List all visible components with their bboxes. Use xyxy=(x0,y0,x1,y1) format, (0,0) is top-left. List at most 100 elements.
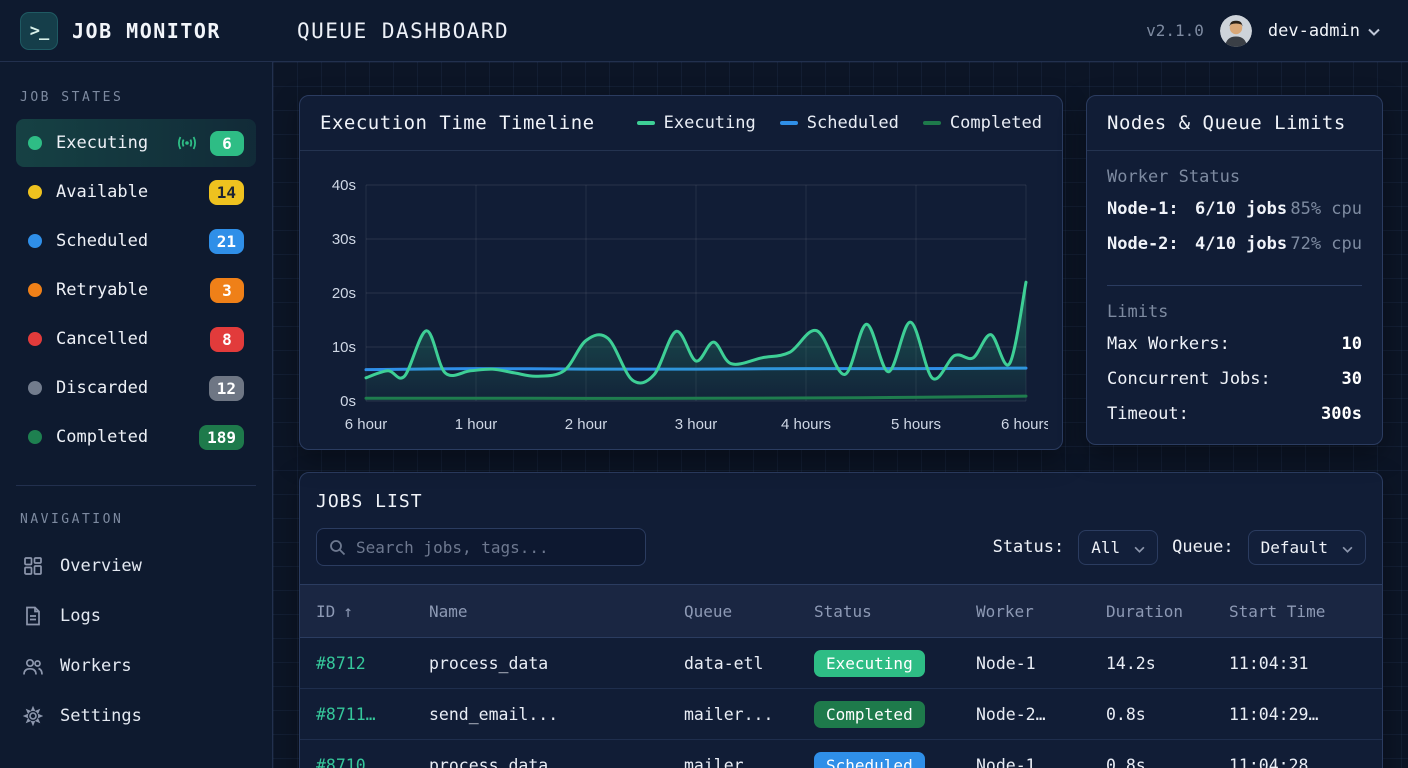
nav-item-workers[interactable]: Workers xyxy=(16,641,256,691)
job-start-time-cell: 11:04:29… xyxy=(1229,704,1319,724)
navigation-list: Overview Logs Workers Settings xyxy=(16,541,256,741)
job-start-time-cell: 11:04:28 xyxy=(1229,755,1309,768)
header-right: v2.1.0 dev-admin xyxy=(1146,14,1408,47)
worker-status-list: Node-1: 6/10 jobs 85% cpu Node-2: 4/10 jobs 7… xyxy=(1107,199,1362,269)
job-id-link[interactable]: #8712 xyxy=(300,654,413,673)
svg-text:3 hour: 3 hour xyxy=(675,416,718,433)
worker-status-heading: Worker Status xyxy=(1107,167,1241,187)
column-header-id[interactable]: ID ↑ xyxy=(300,602,413,621)
job-id-link[interactable]: #8711… xyxy=(300,705,413,724)
limits-list: Max Workers: 10 Concurrent Jobs: 30 Timeout:… xyxy=(1107,334,1362,439)
limit-value: 30 xyxy=(1341,369,1362,389)
version-label: v2.1.0 xyxy=(1146,21,1204,40)
live-broadcast-icon xyxy=(174,134,200,152)
queue-filter-select[interactable]: Default xyxy=(1247,529,1366,565)
svg-text:2 hour: 2 hour xyxy=(565,416,608,433)
worker-jobs-value: 6/10 jobs xyxy=(1195,199,1288,219)
search-box[interactable] xyxy=(316,528,646,566)
sidebar-item-scheduled[interactable]: Scheduled 21 xyxy=(16,217,256,265)
page-title: QUEUE DASHBOARD xyxy=(297,18,510,43)
legend-swatch xyxy=(636,121,655,125)
svg-text:1 hour: 1 hour xyxy=(455,416,498,433)
jobs-list-title: JOBS LIST xyxy=(316,491,423,512)
state-color-dot xyxy=(28,283,42,297)
nav-item-overview[interactable]: Overview xyxy=(16,541,256,591)
state-label: Cancelled xyxy=(56,329,149,349)
search-icon xyxy=(329,539,346,556)
legend-swatch xyxy=(922,121,941,125)
nodes-panel-title: Nodes & Queue Limits xyxy=(1107,112,1346,134)
worker-name: Node-1: xyxy=(1107,199,1179,219)
username-label: dev-admin xyxy=(1267,20,1360,41)
legend-label: Executing xyxy=(663,113,756,133)
column-header-duration: Duration xyxy=(1106,601,1184,621)
job-states-heading: JOB STATES xyxy=(20,90,124,105)
status-badge: Completed xyxy=(814,700,925,728)
users-icon xyxy=(22,657,44,676)
sidebar-item-available[interactable]: Available 14 xyxy=(16,168,256,216)
job-status-cell: Executing xyxy=(798,649,960,677)
state-count-badge: 14 xyxy=(208,179,244,205)
nav-item-settings[interactable]: Settings xyxy=(16,691,256,741)
state-label: Completed xyxy=(56,427,149,447)
state-count-badge: 12 xyxy=(208,375,244,401)
worker-cpu-value: 72% cpu xyxy=(1290,234,1362,254)
state-color-dot xyxy=(28,234,42,248)
limit-label: Max Workers: xyxy=(1107,334,1230,354)
search-input[interactable] xyxy=(356,537,633,557)
limit-label: Concurrent Jobs: xyxy=(1107,369,1271,389)
legend-item-completed: Completed xyxy=(922,113,1042,133)
job-duration-cell: 0.8s xyxy=(1106,755,1146,768)
column-header-name: Name xyxy=(429,601,468,621)
nav-item-label: Workers xyxy=(60,656,132,676)
sidebar-item-executing[interactable]: Executing 6 xyxy=(16,119,256,167)
svg-text:4 hours: 4 hours xyxy=(781,416,831,433)
job-status-cell: Completed xyxy=(798,700,960,728)
chart-legend: Executing Scheduled Completed xyxy=(636,113,1042,133)
job-worker-cell: Node-2… xyxy=(976,704,1046,724)
svg-text:30s: 30s xyxy=(332,231,356,248)
worker-jobs-value: 4/10 jobs xyxy=(1195,234,1288,254)
status-filter-value: All xyxy=(1091,537,1121,557)
job-duration-cell: 14.2s xyxy=(1106,653,1156,673)
app-root: >_ JOB MONITOR QUEUE DASHBOARD v2.1.0 de… xyxy=(0,0,1408,768)
state-color-dot xyxy=(28,430,42,444)
nav-item-logs[interactable]: Logs xyxy=(16,591,256,641)
top-header: >_ JOB MONITOR QUEUE DASHBOARD v2.1.0 de… xyxy=(0,0,1408,62)
sidebar-item-discarded[interactable]: Discarded 12 xyxy=(16,364,256,412)
legend-label: Scheduled xyxy=(806,113,899,133)
state-count-badge: 3 xyxy=(210,277,244,303)
state-color-dot xyxy=(28,381,42,395)
state-count-badge: 189 xyxy=(199,424,244,450)
terminal-icon: >_ xyxy=(20,11,58,50)
state-label: Discarded xyxy=(56,378,149,398)
sidebar-item-cancelled[interactable]: Cancelled 8 xyxy=(16,315,256,363)
job-states-list: Executing 6 Available 14 Scheduled 21 Retryabl… xyxy=(16,119,256,461)
nodes-limits-panel: Nodes & Queue Limits Worker Status Node-… xyxy=(1086,95,1383,445)
user-menu[interactable]: dev-admin xyxy=(1268,21,1380,41)
table-row[interactable]: #8711… send_email... mailer... Completed Nod… xyxy=(300,689,1382,740)
table-row[interactable]: #8712 process_data data-etl Executing Node-1… xyxy=(300,638,1382,689)
avatar[interactable] xyxy=(1219,14,1252,47)
job-id-link[interactable]: #8710 xyxy=(300,756,413,768)
document-icon xyxy=(22,606,44,626)
status-filter-label: Status: xyxy=(992,537,1065,557)
sidebar-item-completed[interactable]: Completed 189 xyxy=(16,413,256,461)
sidebar-item-retryable[interactable]: Retryable 3 xyxy=(16,266,256,314)
job-name-cell: send_email... xyxy=(429,704,559,724)
state-color-dot xyxy=(28,136,42,150)
limit-row: Concurrent Jobs: 30 xyxy=(1107,369,1362,404)
legend-swatch xyxy=(779,121,798,125)
worker-status-row: Node-1: 6/10 jobs 85% cpu xyxy=(1107,199,1362,234)
svg-text:5 hours: 5 hours xyxy=(891,416,941,433)
state-color-dot xyxy=(28,185,42,199)
status-badge: Executing xyxy=(814,649,925,677)
chart-title: Execution Time Timeline xyxy=(320,112,595,134)
limit-value: 300s xyxy=(1321,404,1362,424)
status-filter-select[interactable]: All xyxy=(1078,529,1159,565)
job-queue-cell: data-etl xyxy=(684,653,764,673)
table-row[interactable]: #8710 process_data mailer Scheduled Node-1 0.… xyxy=(300,740,1382,768)
nav-item-label: Logs xyxy=(60,606,101,626)
job-duration-cell: 0.8s xyxy=(1106,704,1146,724)
worker-status-row: Node-2: 4/10 jobs 72% cpu xyxy=(1107,234,1362,269)
